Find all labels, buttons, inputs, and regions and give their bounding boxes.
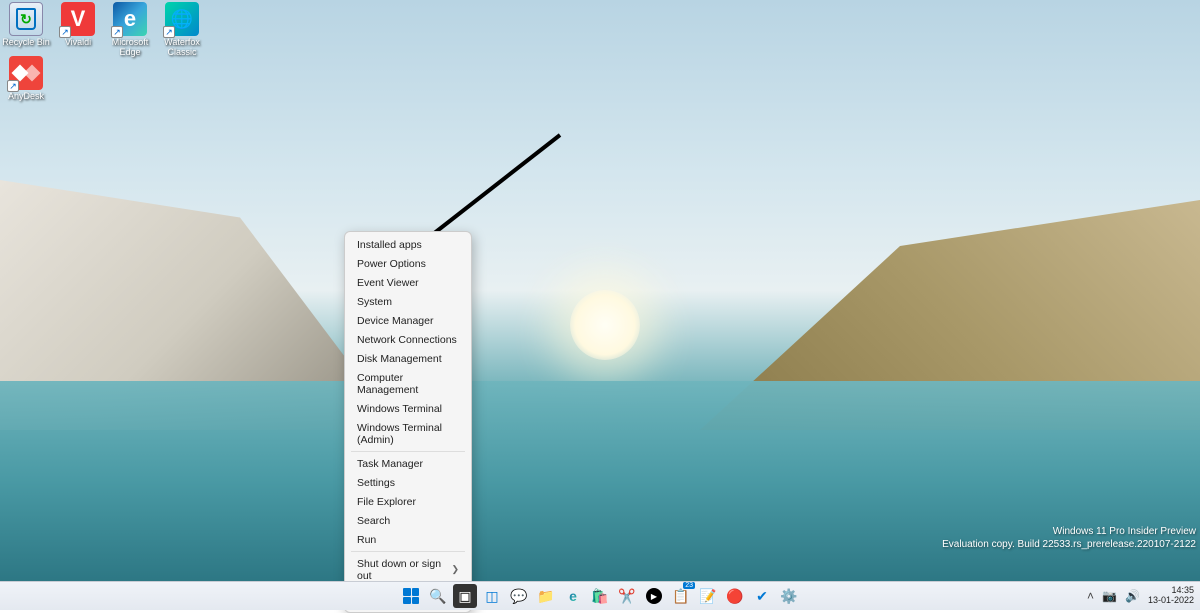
menu-computer-management[interactable]: Computer Management [345, 368, 471, 399]
snip-icon: ✂️ [618, 588, 635, 605]
menu-windows-terminal-admin[interactable]: Windows Terminal (Admin) [345, 418, 471, 449]
edge-taskbar[interactable]: e [561, 584, 585, 608]
desktop-icons-area: Recycle Bin ↗ AnyDesk ↗ Vivaldi ↗ Micros… [4, 2, 204, 102]
gear-icon: ⚙️ [780, 588, 797, 605]
menu-network-connections[interactable]: Network Connections [345, 330, 471, 349]
shortcut-overlay-icon: ↗ [163, 26, 175, 38]
winx-context-menu: Installed apps Power Options Event Viewe… [344, 231, 472, 613]
windows-watermark: Windows 11 Pro Insider Preview Evaluatio… [942, 525, 1196, 551]
icon-label: AnyDesk [8, 92, 44, 102]
menu-installed-apps[interactable]: Installed apps [345, 235, 471, 254]
settings-taskbar[interactable]: ⚙️ [777, 584, 801, 608]
menu-disk-management[interactable]: Disk Management [345, 349, 471, 368]
icon-label: Recycle Bin [2, 38, 50, 48]
anydesk-shortcut-icon[interactable]: ↗ AnyDesk [4, 56, 48, 102]
shortcut-overlay-icon: ↗ [59, 26, 71, 38]
shortcut-overlay-icon: ↗ [7, 80, 19, 92]
search-icon: 🔍 [429, 588, 446, 605]
icon-label: Vivaldi [65, 38, 91, 48]
windows-logo-icon [399, 584, 423, 608]
check-icon: ✔ [756, 588, 768, 605]
task-view-button[interactable]: ▣ [453, 584, 477, 608]
recycle-bin-icon[interactable]: Recycle Bin [4, 2, 48, 48]
icon-label: Waterfox Classic [160, 38, 204, 58]
wallpaper-sun [570, 290, 640, 360]
taskbar: 🔍 ▣ ◫ 💬 📁 e 🛍️ ✂️ ▶ 📋23 📝 🔴 ✔ ⚙️ ˄ 📷 🔊 1… [0, 581, 1200, 610]
menu-file-explorer[interactable]: File Explorer [345, 492, 471, 511]
watermark-edition: Windows 11 Pro Insider Preview [942, 525, 1196, 538]
notepad-taskbar[interactable]: 📝 [696, 584, 720, 608]
menu-separator [351, 451, 465, 452]
clock[interactable]: 14:35 13-01-2022 [1148, 586, 1194, 606]
sticky-icon: 📋 [672, 588, 689, 605]
media-player-taskbar[interactable]: ▶ [642, 584, 666, 608]
menu-system[interactable]: System [345, 292, 471, 311]
menu-power-options[interactable]: Power Options [345, 254, 471, 273]
tray-volume-icon[interactable]: 🔊 [1125, 589, 1140, 603]
folder-icon: 📁 [537, 588, 554, 605]
tray-meet-now-icon[interactable]: 📷 [1102, 589, 1117, 603]
date-text: 13-01-2022 [1148, 596, 1194, 606]
menu-device-manager[interactable]: Device Manager [345, 311, 471, 330]
start-button[interactable] [399, 584, 423, 608]
vivaldi-shortcut-icon[interactable]: ↗ Vivaldi [56, 2, 100, 48]
edge-shortcut-icon[interactable]: ↗ Microsoft Edge [108, 2, 152, 58]
menu-run[interactable]: Run [345, 530, 471, 549]
taskbar-center: 🔍 ▣ ◫ 💬 📁 e 🛍️ ✂️ ▶ 📋23 📝 🔴 ✔ ⚙️ [399, 582, 801, 610]
menu-search[interactable]: Search [345, 511, 471, 530]
wallpaper-water [0, 381, 1200, 581]
desktop-wallpaper[interactable]: Recycle Bin ↗ AnyDesk ↗ Vivaldi ↗ Micros… [0, 0, 1200, 581]
taskview-icon: ▣ [458, 588, 471, 605]
notepad-icon: 📝 [699, 588, 716, 605]
menu-windows-terminal[interactable]: Windows Terminal [345, 399, 471, 418]
menu-task-manager[interactable]: Task Manager [345, 454, 471, 473]
store-taskbar[interactable]: 🛍️ [588, 584, 612, 608]
menu-event-viewer[interactable]: Event Viewer [345, 273, 471, 292]
store-icon: 🛍️ [591, 588, 608, 605]
menu-separator [351, 551, 465, 552]
menu-settings[interactable]: Settings [345, 473, 471, 492]
watermark-build: Evaluation copy. Build 22533.rs_prerelea… [942, 538, 1196, 551]
widgets-button[interactable]: ◫ [480, 584, 504, 608]
submenu-chevron-icon: ❯ [451, 564, 459, 575]
waterfox-shortcut-icon[interactable]: ↗ Waterfox Classic [160, 2, 204, 58]
chat-icon: 💬 [510, 588, 527, 605]
badge-count: 23 [683, 582, 695, 589]
play-icon: ▶ [646, 588, 662, 604]
search-button[interactable]: 🔍 [426, 584, 450, 608]
chrome-icon: 🔴 [726, 588, 743, 605]
icon-label: Microsoft Edge [108, 38, 152, 58]
chat-button[interactable]: 💬 [507, 584, 531, 608]
edge-icon: e [569, 588, 577, 604]
system-tray: ˄ 📷 🔊 14:35 13-01-2022 [1087, 582, 1194, 610]
chrome-taskbar[interactable]: 🔴 [723, 584, 747, 608]
todo-taskbar[interactable]: ✔ [750, 584, 774, 608]
widgets-icon: ◫ [485, 588, 498, 605]
snipping-taskbar[interactable]: ✂️ [615, 584, 639, 608]
sticky-notes-taskbar[interactable]: 📋23 [669, 584, 693, 608]
shortcut-overlay-icon: ↗ [111, 26, 123, 38]
tray-chevron-up-icon[interactable]: ˄ [1087, 589, 1094, 603]
file-explorer-taskbar[interactable]: 📁 [534, 584, 558, 608]
